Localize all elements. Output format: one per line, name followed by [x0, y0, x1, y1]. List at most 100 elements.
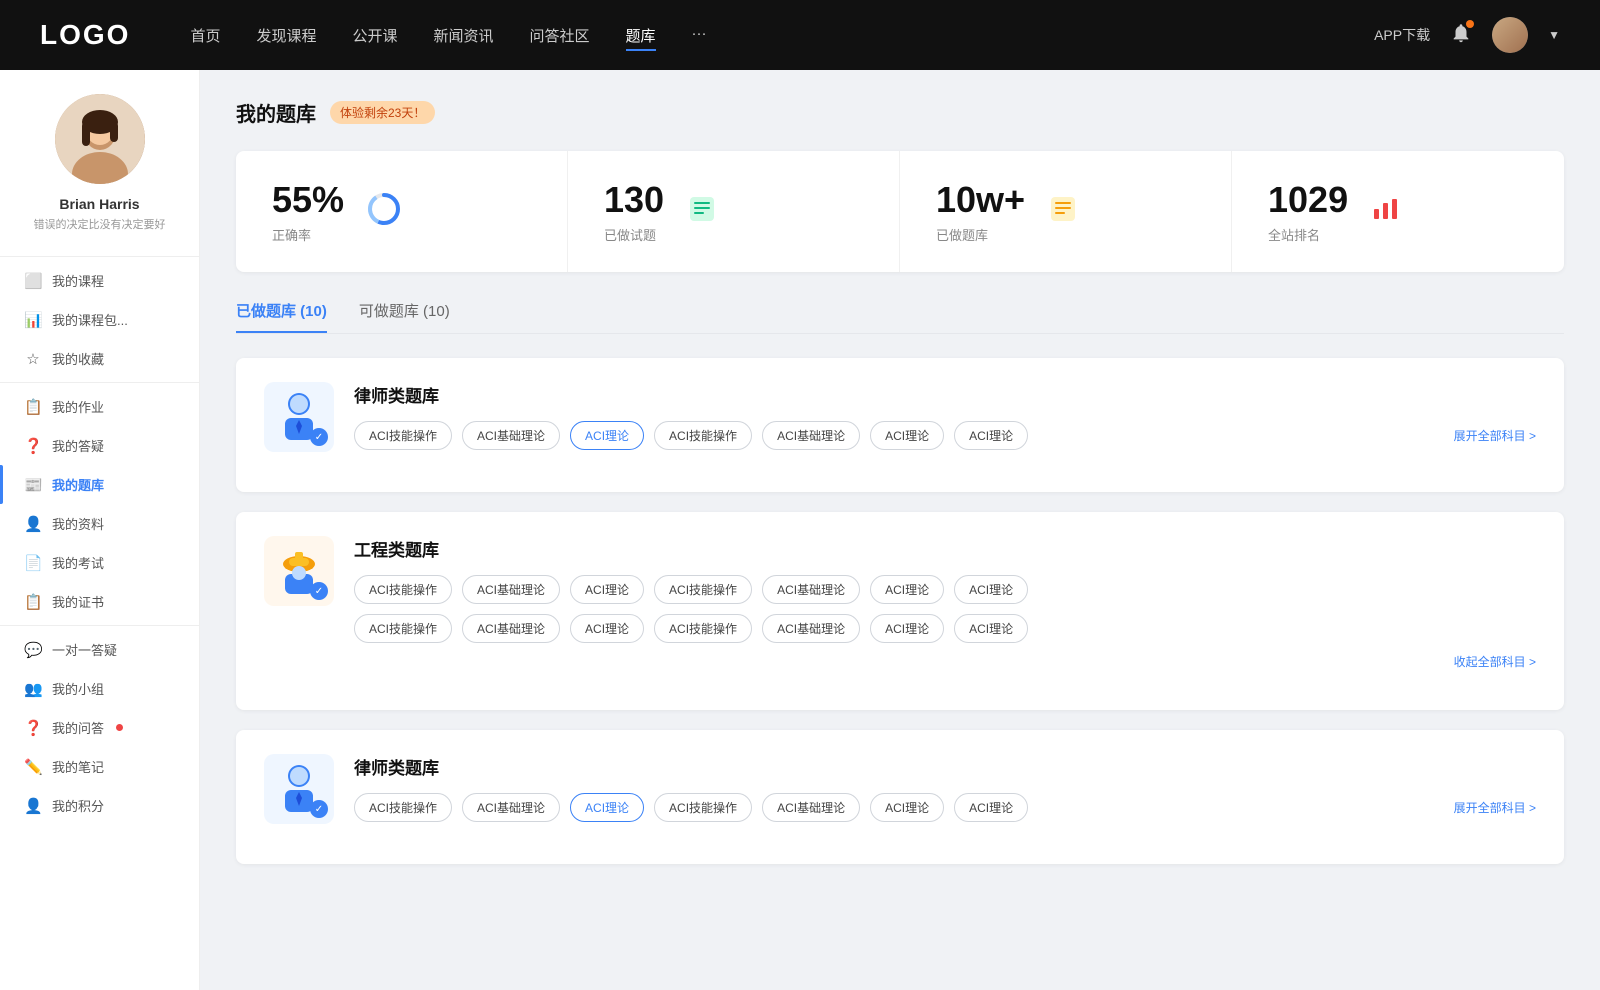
tag-2-e0[interactable]: ACI技能操作 [354, 614, 452, 643]
cert-icon: 📋 [24, 593, 42, 611]
stat-done-qbanks-value: 10w+ [936, 179, 1025, 221]
qbank-title-2: 工程类题库 [354, 536, 1536, 561]
tag-3-5[interactable]: ACI理论 [870, 793, 944, 822]
tag-2-2[interactable]: ACI理论 [570, 575, 644, 604]
trial-badge: 体验剩余23天！ [330, 101, 435, 124]
sidebar-divider-1 [0, 382, 199, 383]
collapse-link-2[interactable]: 收起全部科目 > [354, 653, 1536, 670]
tag-2-6[interactable]: ACI理论 [954, 575, 1028, 604]
tag-2-5[interactable]: ACI理论 [870, 575, 944, 604]
user-menu-chevron[interactable]: ▼ [1548, 28, 1560, 42]
tab-available[interactable]: 可做题库 (10) [359, 300, 450, 333]
top-navbar: LOGO 首页 发现课程 公开课 新闻资讯 问答社区 题库 ··· APP下载 … [0, 0, 1600, 70]
nav-links: 首页 发现课程 公开课 新闻资讯 问答社区 题库 ··· [190, 25, 1374, 46]
sidebar-item-my-data[interactable]: 👤 我的资料 [0, 504, 199, 543]
tag-2-e6[interactable]: ACI理论 [954, 614, 1028, 643]
sidebar-item-my-cert[interactable]: 📋 我的证书 [0, 582, 199, 621]
sidebar-item-my-points[interactable]: 👤 我的积分 [0, 786, 199, 825]
done-qbanks-icon [1047, 193, 1079, 230]
sidebar-item-my-course[interactable]: ⬜ 我的课程 [0, 261, 199, 300]
qbank-title-3: 律师类题库 [354, 754, 1536, 779]
tag-3-6[interactable]: ACI理论 [954, 793, 1028, 822]
sidebar-item-my-homework[interactable]: 📋 我的作业 [0, 387, 199, 426]
sidebar-divider-2 [0, 625, 199, 626]
check-badge-3: ✓ [310, 800, 328, 818]
my-course-icon: ⬜ [24, 272, 42, 290]
rank-icon [1370, 193, 1402, 230]
logo[interactable]: LOGO [40, 19, 130, 51]
nav-home[interactable]: 首页 [190, 25, 220, 46]
stat-accuracy-value: 55% [272, 179, 344, 221]
tag-2-1[interactable]: ACI基础理论 [462, 575, 560, 604]
tag-1-0[interactable]: ACI技能操作 [354, 421, 452, 450]
avatar[interactable] [1492, 17, 1528, 53]
tag-1-5[interactable]: ACI理论 [870, 421, 944, 450]
tag-2-e4[interactable]: ACI基础理论 [762, 614, 860, 643]
tag-2-4[interactable]: ACI基础理论 [762, 575, 860, 604]
tag-1-6[interactable]: ACI理论 [954, 421, 1028, 450]
tag-2-0[interactable]: ACI技能操作 [354, 575, 452, 604]
data-icon: 👤 [24, 515, 42, 533]
tag-1-2[interactable]: ACI理论 [570, 421, 644, 450]
qbank-title-1: 律师类题库 [354, 382, 1536, 407]
qbank-icon-lawyer-1: ✓ [264, 382, 334, 452]
qbank-icon: 📰 [24, 476, 42, 494]
tag-3-0[interactable]: ACI技能操作 [354, 793, 452, 822]
page-title: 我的题库 [236, 98, 316, 127]
tag-2-e3[interactable]: ACI技能操作 [654, 614, 752, 643]
qbank-card-lawyer-1: ✓ 律师类题库 ACI技能操作 ACI基础理论 ACI理论 ACI技能操作 AC… [236, 358, 1564, 492]
star-icon: ☆ [24, 350, 42, 368]
chat-icon: 💬 [24, 641, 42, 659]
tag-1-1[interactable]: ACI基础理论 [462, 421, 560, 450]
accuracy-chart-icon [366, 191, 402, 232]
tag-3-2[interactable]: ACI理论 [570, 793, 644, 822]
sidebar-item-my-notes[interactable]: ✏️ 我的笔记 [0, 747, 199, 786]
topnav-right: APP下载 ▼ [1374, 17, 1560, 53]
sidebar-item-my-qa[interactable]: ❓ 我的答疑 [0, 426, 199, 465]
tag-1-4[interactable]: ACI基础理论 [762, 421, 860, 450]
notification-bell[interactable] [1450, 22, 1472, 49]
points-icon: 👤 [24, 797, 42, 815]
sidebar-avatar [55, 94, 145, 184]
tag-3-4[interactable]: ACI基础理论 [762, 793, 860, 822]
homework-icon: 📋 [24, 398, 42, 416]
exam-icon: 📄 [24, 554, 42, 572]
sidebar-divider-top [0, 256, 199, 257]
done-questions-icon [686, 193, 718, 230]
main-content: 我的题库 体验剩余23天！ 55% 正确率 [200, 70, 1600, 990]
sidebar-item-my-course-pkg[interactable]: 📊 我的课程包... [0, 300, 199, 339]
qa-icon: ❓ [24, 437, 42, 455]
nav-opencourse[interactable]: 公开课 [352, 25, 397, 46]
tag-2-e1[interactable]: ACI基础理论 [462, 614, 560, 643]
sidebar-item-my-favorites[interactable]: ☆ 我的收藏 [0, 339, 199, 378]
sidebar-item-my-group[interactable]: 👥 我的小组 [0, 669, 199, 708]
my-course-pkg-icon: 📊 [24, 311, 42, 329]
tab-done[interactable]: 已做题库 (10) [236, 300, 327, 333]
stat-accuracy-label: 正确率 [272, 225, 344, 244]
tag-1-3[interactable]: ACI技能操作 [654, 421, 752, 450]
stat-done-questions-value: 130 [604, 179, 664, 221]
nav-news[interactable]: 新闻资讯 [434, 25, 494, 46]
tag-3-3[interactable]: ACI技能操作 [654, 793, 752, 822]
notes-icon: ✏️ [24, 758, 42, 776]
page-header: 我的题库 体验剩余23天！ [236, 98, 1564, 127]
expand-link-3[interactable]: 展开全部科目 > [1454, 799, 1536, 816]
qbank-icon-lawyer-2: ✓ [264, 754, 334, 824]
expand-link-1[interactable]: 展开全部科目 > [1454, 427, 1536, 444]
sidebar-item-my-exam[interactable]: 📄 我的考试 [0, 543, 199, 582]
sidebar-item-my-questions[interactable]: ❓ 我的问答 [0, 708, 199, 747]
page-body: Brian Harris 错误的决定比没有决定要好 ⬜ 我的课程 📊 我的课程包… [0, 70, 1600, 990]
tag-2-e2[interactable]: ACI理论 [570, 614, 644, 643]
app-download-button[interactable]: APP下载 [1374, 25, 1430, 45]
avatar-svg [55, 94, 145, 184]
nav-qbank[interactable]: 题库 [626, 25, 656, 46]
tag-3-1[interactable]: ACI基础理论 [462, 793, 560, 822]
nav-qa[interactable]: 问答社区 [530, 25, 590, 46]
sidebar-item-my-qbank[interactable]: 📰 我的题库 [0, 465, 199, 504]
sidebar-item-1on1[interactable]: 💬 一对一答疑 [0, 630, 199, 669]
nav-more[interactable]: ··· [692, 25, 707, 46]
nav-discover[interactable]: 发现课程 [256, 25, 316, 46]
tag-2-e5[interactable]: ACI理论 [870, 614, 944, 643]
stat-accuracy: 55% 正确率 [236, 151, 568, 272]
tag-2-3[interactable]: ACI技能操作 [654, 575, 752, 604]
